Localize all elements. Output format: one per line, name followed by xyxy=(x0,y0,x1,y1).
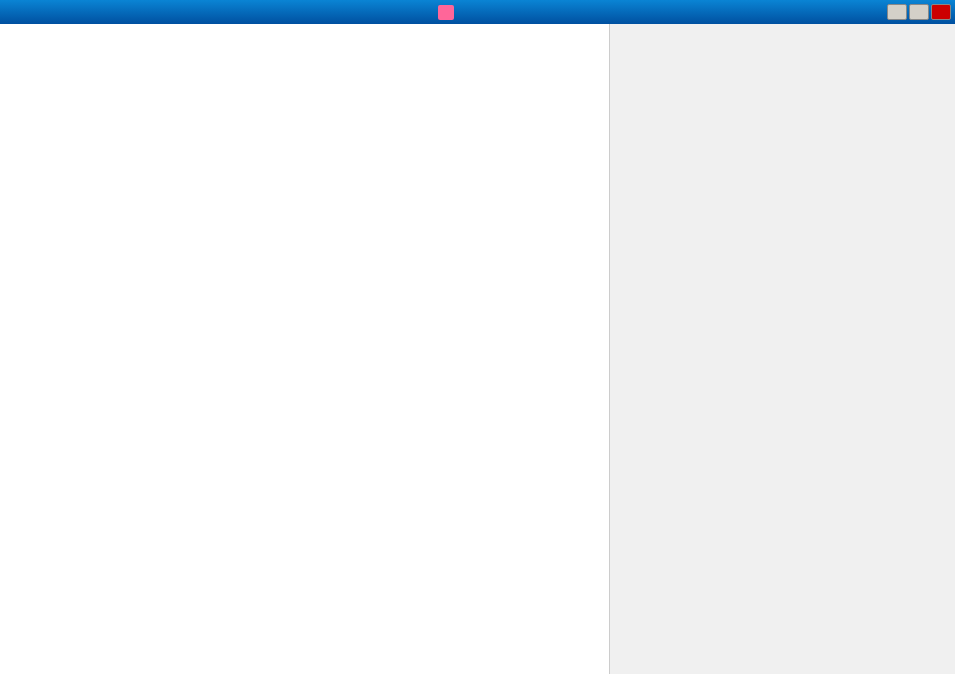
maximize-button[interactable] xyxy=(909,4,929,20)
main-content xyxy=(0,24,955,674)
right-panel xyxy=(610,24,955,674)
title-bar-text xyxy=(4,5,887,19)
title-bar xyxy=(0,0,955,24)
left-panel xyxy=(0,24,610,674)
qq-value xyxy=(438,5,454,20)
minimize-button[interactable] xyxy=(887,4,907,20)
title-controls xyxy=(887,4,951,20)
close-button[interactable] xyxy=(931,4,951,20)
left-scroll-area[interactable] xyxy=(0,24,609,674)
